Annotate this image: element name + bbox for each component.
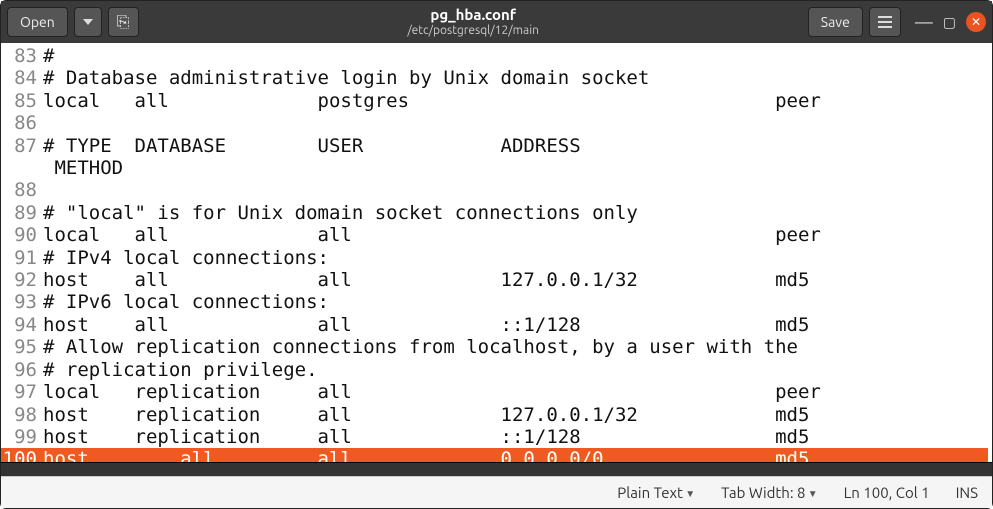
line-text: local all all peer <box>43 224 988 246</box>
line-text: host replication all ::1/128 md5 <box>43 426 988 448</box>
line-number: 94 <box>1 314 43 336</box>
line-number: 88 <box>1 179 43 201</box>
editor-line[interactable]: 85local all postgres peer <box>1 90 988 112</box>
editor-line[interactable]: 99host replication all ::1/128 md5 <box>1 426 988 448</box>
hamburger-icon <box>878 16 892 28</box>
file-path: /etc/postgresql/12/main <box>145 24 802 37</box>
bottom-border <box>1 462 992 476</box>
editor-line[interactable]: 90local all all peer <box>1 224 988 246</box>
line-number: 89 <box>1 202 43 224</box>
chevron-down-icon <box>83 19 93 25</box>
line-number: 83 <box>1 45 43 67</box>
line-text: local all postgres peer <box>43 90 988 112</box>
line-number: 85 <box>1 90 43 112</box>
tab-width-selector[interactable]: Tab Width: 8 <box>721 484 818 501</box>
new-tab-button[interactable] <box>108 7 139 37</box>
status-bar: Plain Text Tab Width: 8 Ln 100, Col 1 IN… <box>1 476 992 508</box>
editor-line[interactable]: 84# Database administrative login by Uni… <box>1 67 988 89</box>
line-number <box>1 157 43 179</box>
line-number: 93 <box>1 291 43 313</box>
editor-line[interactable]: 87# TYPE DATABASE USER ADDRESS <box>1 135 988 157</box>
editor-line[interactable]: 100host all all 0.0.0.0/0 md5 <box>1 448 988 462</box>
line-text: # <box>43 45 988 67</box>
line-text: # Allow replication connections from loc… <box>43 336 988 358</box>
editor-line[interactable]: 83# <box>1 45 988 67</box>
close-icon: ✕ <box>971 15 981 29</box>
line-number: 97 <box>1 381 43 403</box>
hamburger-menu-button[interactable] <box>869 7 901 37</box>
line-number: 90 <box>1 224 43 246</box>
insert-mode[interactable]: INS <box>956 484 978 501</box>
syntax-selector[interactable]: Plain Text <box>617 484 695 501</box>
line-number: 100 <box>1 448 43 462</box>
line-text: # TYPE DATABASE USER ADDRESS <box>43 135 988 157</box>
editor-area[interactable]: 83#84# Database administrative login by … <box>1 43 992 462</box>
line-text <box>43 112 988 134</box>
cursor-position: Ln 100, Col 1 <box>844 484 930 501</box>
open-button[interactable]: Open <box>7 7 68 37</box>
line-text: local replication all peer <box>43 381 988 403</box>
line-text: host all all 0.0.0.0/0 md5 <box>43 448 988 462</box>
line-text <box>43 179 988 201</box>
editor-line[interactable]: 95# Allow replication connections from l… <box>1 336 988 358</box>
editor-line[interactable]: 89# "local" is for Unix domain socket co… <box>1 202 988 224</box>
line-number: 98 <box>1 404 43 426</box>
file-name: pg_hba.conf <box>145 7 802 24</box>
editor-line[interactable]: 88 <box>1 179 988 201</box>
line-number: 91 <box>1 247 43 269</box>
line-text: host all all ::1/128 md5 <box>43 314 988 336</box>
line-text: # replication privilege. <box>43 359 988 381</box>
line-text: host replication all 127.0.0.1/32 md5 <box>43 404 988 426</box>
title-bar: Open pg_hba.conf /etc/postgresql/12/main… <box>1 1 992 43</box>
line-text: # IPv4 local connections: <box>43 247 988 269</box>
line-text: METHOD <box>43 157 988 179</box>
editor-line[interactable]: 97local replication all peer <box>1 381 988 403</box>
window-title: pg_hba.conf /etc/postgresql/12/main <box>145 7 802 37</box>
maximize-icon[interactable]: ▢ <box>943 14 956 31</box>
minimize-icon[interactable]: — <box>915 12 933 32</box>
line-number: 96 <box>1 359 43 381</box>
line-number: 99 <box>1 426 43 448</box>
editor-line[interactable]: 92host all all 127.0.0.1/32 md5 <box>1 269 988 291</box>
line-text: # IPv6 local connections: <box>43 291 988 313</box>
line-text: # "local" is for Unix domain socket conn… <box>43 202 988 224</box>
new-tab-icon <box>117 13 130 32</box>
line-number: 92 <box>1 269 43 291</box>
open-recent-button[interactable] <box>74 7 102 37</box>
line-number: 86 <box>1 112 43 134</box>
close-button[interactable]: ✕ <box>966 12 986 32</box>
editor-line[interactable]: 94host all all ::1/128 md5 <box>1 314 988 336</box>
line-number: 87 <box>1 135 43 157</box>
line-text: host all all 127.0.0.1/32 md5 <box>43 269 988 291</box>
editor-line[interactable]: 93# IPv6 local connections: <box>1 291 988 313</box>
editor-line[interactable]: 91# IPv4 local connections: <box>1 247 988 269</box>
line-number: 84 <box>1 67 43 89</box>
editor-line[interactable]: 86 <box>1 112 988 134</box>
editor-line[interactable]: METHOD <box>1 157 988 179</box>
line-number: 95 <box>1 336 43 358</box>
line-text: # Database administrative login by Unix … <box>43 67 988 89</box>
save-button[interactable]: Save <box>808 7 863 37</box>
editor-line[interactable]: 98host replication all 127.0.0.1/32 md5 <box>1 404 988 426</box>
editor-line[interactable]: 96# replication privilege. <box>1 359 988 381</box>
